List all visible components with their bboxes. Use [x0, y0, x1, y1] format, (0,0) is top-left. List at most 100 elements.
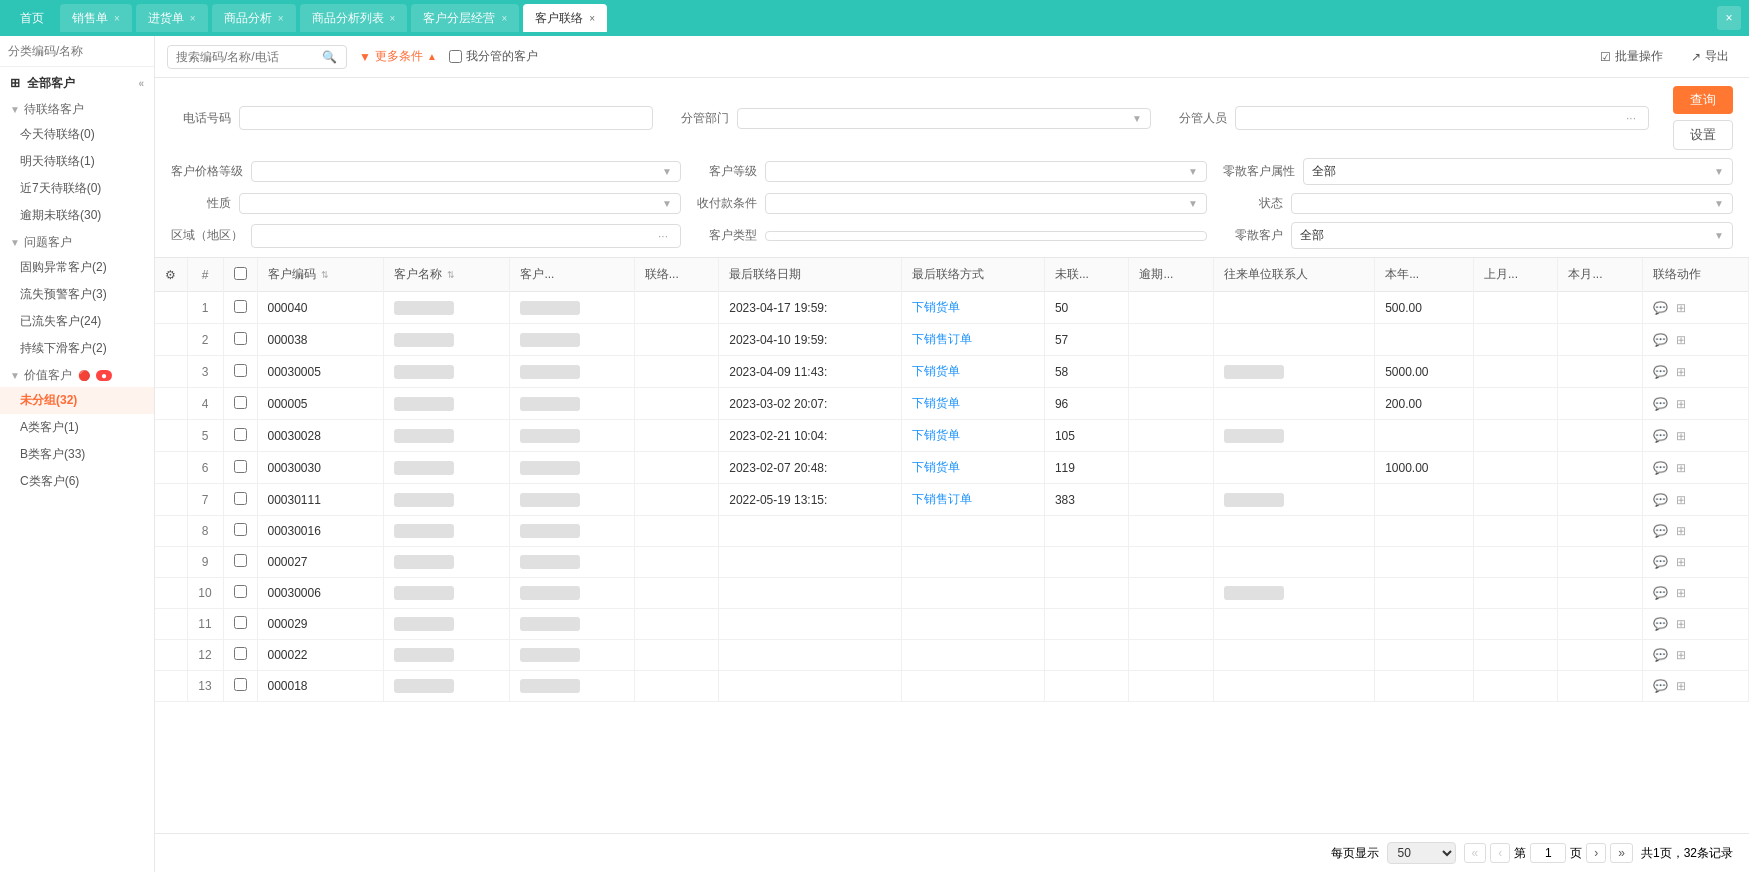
tab-customer-segment-close[interactable]: × [501, 13, 507, 24]
pending-group-header[interactable]: ▼ 待联络客户 [0, 96, 154, 121]
value-group-header[interactable]: ▼ 价值客户 🔴 ● [0, 362, 154, 387]
row-select-checkbox[interactable] [234, 300, 247, 313]
row-last-contact-method[interactable] [902, 671, 1045, 702]
row-last-contact-method[interactable] [902, 547, 1045, 578]
sidebar-item-tomorrow[interactable]: 明天待联络(1) [0, 148, 154, 175]
row-checkbox[interactable] [223, 452, 257, 484]
row-last-contact-method[interactable] [902, 516, 1045, 547]
main-search-icon[interactable]: 🔍 [322, 50, 337, 64]
nav-window-close[interactable]: × [1717, 6, 1741, 30]
sidebar-item-overdue[interactable]: 逾期未联络(30) [0, 202, 154, 229]
sidebar-item-7days[interactable]: 近7天待联络(0) [0, 175, 154, 202]
col-settings[interactable]: ⚙ [155, 258, 187, 292]
tab-sales-close[interactable]: × [114, 13, 120, 24]
sidebar-item-class-a[interactable]: A类客户(1) [0, 414, 154, 441]
query-btn[interactable]: 查询 [1673, 86, 1733, 114]
tab-customer-segment[interactable]: 客户分层经营 × [411, 4, 519, 32]
row-checkbox[interactable] [223, 388, 257, 420]
action-chat-icon[interactable]: 💬 [1653, 524, 1668, 538]
all-customers-header[interactable]: ⊞ 全部客户 « [0, 67, 154, 96]
tab-product-analysis[interactable]: 商品分析 × [212, 4, 296, 32]
tab-product-analysis-list[interactable]: 商品分析列表 × [300, 4, 408, 32]
my-customer-checkbox[interactable] [449, 50, 462, 63]
tab-customer-contact[interactable]: 客户联络 × [523, 4, 607, 32]
filter-phone-input[interactable] [239, 106, 653, 130]
export-btn[interactable]: ↗ 导出 [1683, 44, 1737, 69]
next-page-btn[interactable]: › [1586, 843, 1606, 863]
action-chat-icon[interactable]: 💬 [1653, 333, 1668, 347]
tab-product-analysis-list-close[interactable]: × [390, 13, 396, 24]
action-chat-icon[interactable]: 💬 [1653, 555, 1668, 569]
first-page-btn[interactable]: « [1464, 843, 1487, 863]
row-checkbox[interactable] [223, 640, 257, 671]
select-all-checkbox[interactable] [234, 267, 247, 280]
row-last-contact-method[interactable] [902, 640, 1045, 671]
main-search-input[interactable] [176, 50, 316, 64]
row-select-checkbox[interactable] [234, 332, 247, 345]
action-grid-icon[interactable]: ⊞ [1676, 461, 1686, 475]
filter-status-select[interactable]: ▼ [1291, 193, 1733, 214]
row-checkbox[interactable] [223, 484, 257, 516]
action-grid-icon[interactable]: ⊞ [1676, 493, 1686, 507]
col-this-year[interactable]: 本年... [1375, 258, 1474, 292]
sidebar-item-churned[interactable]: 已流失客户(24) [0, 308, 154, 335]
row-select-checkbox[interactable] [234, 523, 247, 536]
row-select-checkbox[interactable] [234, 616, 247, 629]
action-chat-icon[interactable]: 💬 [1653, 648, 1668, 662]
row-select-checkbox[interactable] [234, 678, 247, 691]
col-last-month[interactable]: 上月... [1474, 258, 1558, 292]
col-name[interactable]: 客户名称 ⇅ [383, 258, 509, 292]
row-checkbox[interactable] [223, 292, 257, 324]
sidebar-item-abnormal[interactable]: 固购异常客户(2) [0, 254, 154, 281]
prev-page-btn[interactable]: ‹ [1490, 843, 1510, 863]
col-customer-type[interactable]: 客户... [510, 258, 634, 292]
filter-nature-select[interactable]: ▼ [239, 193, 681, 214]
row-select-checkbox[interactable] [234, 396, 247, 409]
row-last-contact-method[interactable]: 下销货单 [902, 356, 1045, 388]
row-last-contact-method[interactable] [902, 578, 1045, 609]
sidebar-item-churn-warning[interactable]: 流失预警客户(3) [0, 281, 154, 308]
row-select-checkbox[interactable] [234, 460, 247, 473]
col-last-contact-date[interactable]: 最后联络日期 [719, 258, 902, 292]
action-chat-icon[interactable]: 💬 [1653, 617, 1668, 631]
batch-op-btn[interactable]: ☑ 批量操作 [1592, 44, 1671, 69]
filter-region-select[interactable]: ··· [251, 224, 681, 248]
action-grid-icon[interactable]: ⊞ [1676, 617, 1686, 631]
row-last-contact-method[interactable]: 下销售订单 [902, 484, 1045, 516]
row-last-contact-method[interactable]: 下销售订单 [902, 324, 1045, 356]
filter-staff-dots[interactable]: ··· [1622, 111, 1640, 125]
action-grid-icon[interactable]: ⊞ [1676, 429, 1686, 443]
filter-price-level-select[interactable]: ▼ [251, 161, 681, 182]
filter-payment-select[interactable]: ▼ [765, 193, 1207, 214]
filter-staff-select[interactable]: ··· [1235, 106, 1649, 130]
filter-region-dots[interactable]: ··· [654, 229, 672, 243]
col-code[interactable]: 客户编码 ⇅ [257, 258, 383, 292]
more-filter-btn[interactable]: ▼ 更多条件 ▲ [359, 48, 437, 65]
page-size-select[interactable]: 50 20 100 [1387, 842, 1456, 864]
action-grid-icon[interactable]: ⊞ [1676, 586, 1686, 600]
sidebar-item-today[interactable]: 今天待联络(0) [0, 121, 154, 148]
action-chat-icon[interactable]: 💬 [1653, 679, 1668, 693]
filter-dept-select[interactable]: ▼ [737, 108, 1151, 129]
reset-btn[interactable]: 设置 [1673, 120, 1733, 150]
row-checkbox[interactable] [223, 516, 257, 547]
tab-purchase[interactable]: 进货单 × [136, 4, 208, 32]
row-last-contact-method[interactable]: 下销货单 [902, 292, 1045, 324]
col-company-contact[interactable]: 往来单位联系人 [1213, 258, 1374, 292]
row-checkbox[interactable] [223, 671, 257, 702]
action-grid-icon[interactable]: ⊞ [1676, 397, 1686, 411]
row-checkbox[interactable] [223, 578, 257, 609]
tab-purchase-close[interactable]: × [190, 13, 196, 24]
action-grid-icon[interactable]: ⊞ [1676, 333, 1686, 347]
action-chat-icon[interactable]: 💬 [1653, 586, 1668, 600]
all-customers-collapse-icon[interactable]: « [138, 78, 144, 89]
action-chat-icon[interactable]: 💬 [1653, 301, 1668, 315]
row-select-checkbox[interactable] [234, 364, 247, 377]
row-select-checkbox[interactable] [234, 428, 247, 441]
row-checkbox[interactable] [223, 547, 257, 578]
problem-group-header[interactable]: ▼ 问题客户 [0, 229, 154, 254]
row-last-contact-method[interactable]: 下销货单 [902, 420, 1045, 452]
sidebar-item-declining[interactable]: 持续下滑客户(2) [0, 335, 154, 362]
action-grid-icon[interactable]: ⊞ [1676, 301, 1686, 315]
tab-customer-contact-close[interactable]: × [589, 13, 595, 24]
